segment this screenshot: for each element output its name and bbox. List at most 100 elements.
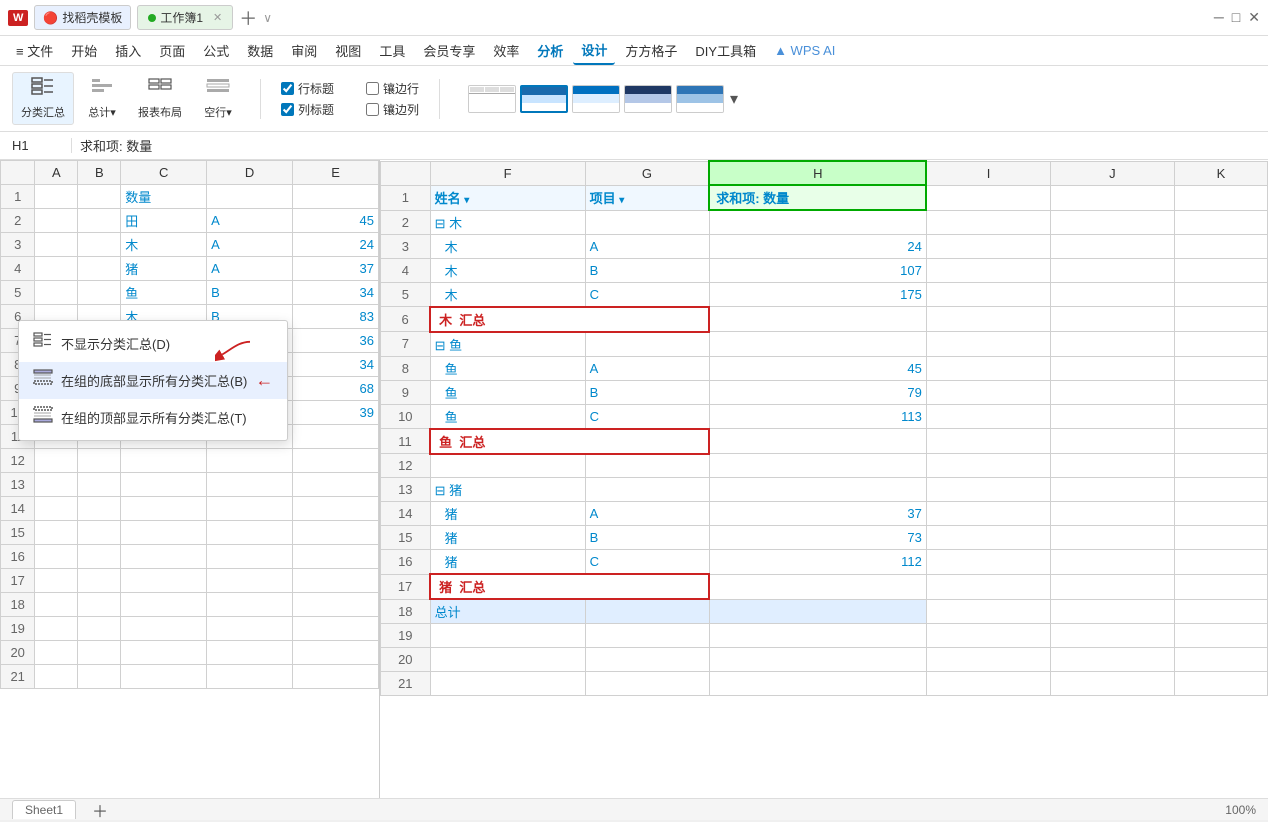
cell[interactable] — [926, 454, 1050, 478]
cell[interactable] — [35, 449, 78, 473]
cell[interactable] — [709, 332, 926, 357]
pivot-cell-project[interactable]: A — [585, 234, 709, 258]
cell[interactable] — [207, 617, 293, 641]
style-swatch-3[interactable] — [572, 85, 620, 113]
cell[interactable]: 数量 — [121, 185, 207, 209]
cell[interactable] — [207, 449, 293, 473]
cell[interactable] — [1050, 404, 1174, 429]
cell[interactable] — [293, 497, 379, 521]
cell[interactable] — [926, 332, 1050, 357]
cell[interactable] — [293, 425, 379, 449]
cell[interactable]: 83 — [293, 305, 379, 329]
cell[interactable] — [709, 624, 926, 648]
pivot-cell-value[interactable]: 113 — [709, 404, 926, 429]
pivot-cell-value[interactable]: 73 — [709, 526, 926, 550]
cell[interactable] — [1174, 332, 1267, 357]
cell[interactable] — [1050, 332, 1174, 357]
menu-tools[interactable]: 工具 — [371, 37, 413, 64]
cell[interactable] — [1174, 404, 1267, 429]
cell[interactable]: 24 — [293, 233, 379, 257]
cell[interactable] — [926, 404, 1050, 429]
cell[interactable] — [207, 497, 293, 521]
cell[interactable] — [1050, 478, 1174, 502]
cell[interactable] — [207, 473, 293, 497]
pivot-cell-name[interactable]: 鱼 — [430, 404, 585, 429]
row-label-checkbox[interactable] — [281, 82, 294, 95]
style-swatch-1[interactable] — [468, 85, 516, 113]
cell[interactable] — [293, 545, 379, 569]
cell[interactable] — [293, 641, 379, 665]
pivot-cell-name[interactable]: 木 — [430, 234, 585, 258]
menu-formula[interactable]: 公式 — [195, 37, 237, 64]
pivot-cell-name[interactable]: 木 — [430, 258, 585, 282]
cell[interactable] — [1174, 429, 1267, 454]
workbook-tab[interactable]: 工作簿1 ✕ — [137, 5, 233, 30]
menu-efficiency[interactable]: 效率 — [485, 37, 527, 64]
pivot-cell-project[interactable]: C — [585, 282, 709, 307]
pivot-cell-name[interactable]: 猪 — [430, 526, 585, 550]
cell[interactable] — [1174, 526, 1267, 550]
cell[interactable] — [709, 648, 926, 672]
cell[interactable] — [585, 648, 709, 672]
cell[interactable] — [35, 545, 78, 569]
cell[interactable] — [709, 599, 926, 624]
cell[interactable] — [1174, 502, 1267, 526]
cell[interactable] — [78, 233, 121, 257]
cell[interactable] — [1050, 574, 1174, 599]
cell[interactable] — [207, 665, 293, 689]
maximize-btn[interactable]: □ — [1232, 9, 1240, 26]
menu-vip[interactable]: 会员专享 — [415, 37, 483, 64]
pivot-cell-name[interactable]: 猪 — [430, 550, 585, 575]
sheet-tab[interactable]: Sheet1 — [12, 800, 76, 819]
cell[interactable] — [1050, 454, 1174, 478]
cell[interactable] — [78, 665, 121, 689]
cell[interactable] — [35, 641, 78, 665]
cell[interactable] — [1050, 356, 1174, 380]
report-layout-btn[interactable]: 报表布局 — [130, 73, 190, 124]
pivot-cell-value[interactable]: 175 — [709, 282, 926, 307]
cell[interactable] — [293, 569, 379, 593]
cell[interactable] — [293, 665, 379, 689]
classify-summary-btn[interactable]: 分类汇总 — [12, 72, 74, 125]
cell[interactable] — [926, 185, 1050, 210]
cell[interactable]: B — [207, 281, 293, 305]
cell[interactable]: 猪 — [121, 257, 207, 281]
cell[interactable] — [1050, 672, 1174, 696]
cell[interactable] — [293, 473, 379, 497]
cell[interactable] — [207, 545, 293, 569]
pivot-cell-value[interactable]: 112 — [709, 550, 926, 575]
cell[interactable] — [1174, 356, 1267, 380]
pivot-cell-project[interactable]: B — [585, 526, 709, 550]
cell[interactable] — [121, 617, 207, 641]
cell[interactable] — [1174, 574, 1267, 599]
pivot-cell-project[interactable]: A — [585, 356, 709, 380]
cell[interactable] — [35, 497, 78, 521]
cell[interactable] — [926, 526, 1050, 550]
cell[interactable] — [926, 429, 1050, 454]
cell[interactable] — [121, 665, 207, 689]
cell[interactable] — [585, 672, 709, 696]
cell[interactable] — [35, 209, 78, 233]
cell[interactable] — [926, 282, 1050, 307]
menu-hamburger[interactable]: ≡ 文件 — [8, 37, 61, 64]
cell[interactable]: 68 — [293, 377, 379, 401]
cell[interactable]: 36 — [293, 329, 379, 353]
cell[interactable] — [1174, 185, 1267, 210]
cell[interactable] — [35, 233, 78, 257]
cell[interactable]: 鱼 — [121, 281, 207, 305]
cell[interactable] — [1050, 258, 1174, 282]
cell[interactable] — [926, 478, 1050, 502]
pivot-cell-value[interactable]: 107 — [709, 258, 926, 282]
cell[interactable] — [35, 281, 78, 305]
cell[interactable] — [293, 449, 379, 473]
cell[interactable] — [585, 210, 709, 234]
cell[interactable] — [35, 521, 78, 545]
cell[interactable] — [1050, 648, 1174, 672]
pivot-subtotal-label[interactable]: 木 汇总 — [430, 307, 709, 332]
pivot-cell-value[interactable]: 45 — [709, 356, 926, 380]
pivot-cell-project[interactable]: C — [585, 404, 709, 429]
menu-data[interactable]: 数据 — [239, 37, 281, 64]
pivot-cell-name[interactable]: 鱼 — [430, 356, 585, 380]
cell[interactable] — [293, 593, 379, 617]
cell[interactable] — [1174, 672, 1267, 696]
